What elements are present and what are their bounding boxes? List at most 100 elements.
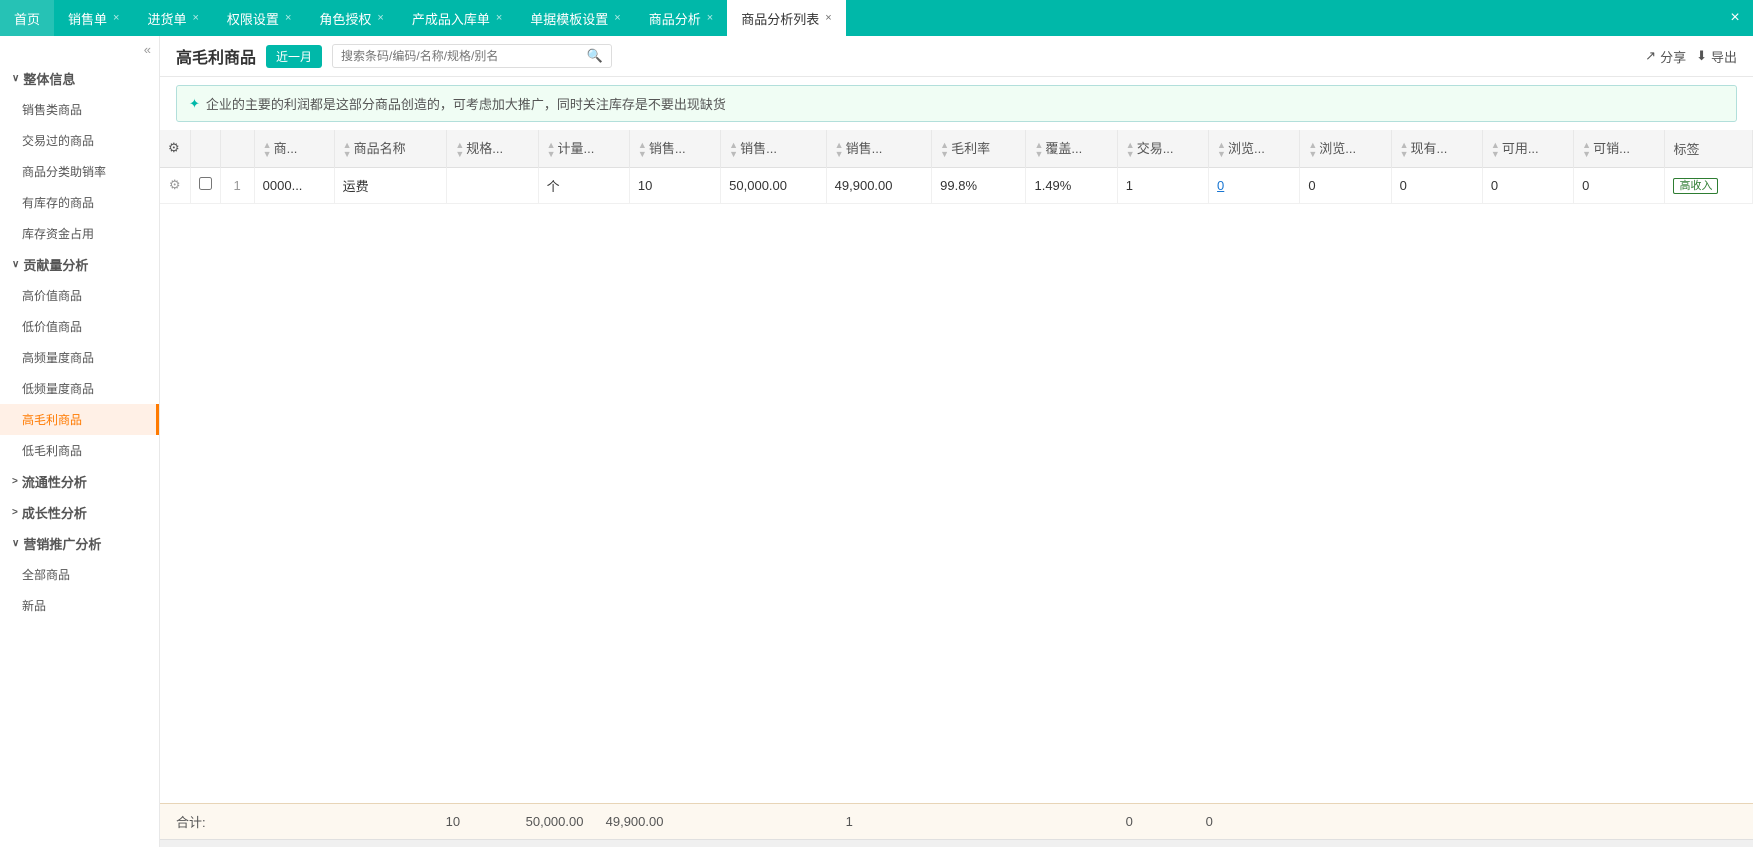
sort-icon-coverage: ▲▼	[1034, 141, 1043, 159]
col-header-sales_cost[interactable]: ▲▼销售...	[826, 130, 931, 167]
col-header-sales_amount[interactable]: ▲▼销售...	[721, 130, 826, 167]
sidebar-group-title-marketing-analysis[interactable]: ∨营销推广分析	[0, 528, 159, 559]
arrow-icon: ∨	[12, 73, 19, 84]
sidebar-item-in-stock-goods[interactable]: 有库存的商品	[0, 187, 159, 218]
sidebar-group-title-overall-info[interactable]: ∨整体信息	[0, 63, 159, 94]
nav-close-template-settings[interactable]: ×	[614, 12, 620, 24]
cell-spec	[447, 167, 538, 203]
col-header-checkbox	[190, 130, 220, 167]
sidebar-item-new-goods[interactable]: 新品	[0, 590, 159, 621]
search-box: 🔍	[332, 44, 612, 68]
sort-icon-spec: ▲▼	[455, 141, 464, 159]
col-header-current_stock[interactable]: ▲▼现有...	[1391, 130, 1482, 167]
nav-close-purchase[interactable]: ×	[192, 12, 198, 24]
nav-item-product-analysis-list[interactable]: 商品分析列表×	[727, 0, 845, 36]
sidebar-item-low-freq-goods[interactable]: 低频量度商品	[0, 373, 159, 404]
browse1-link[interactable]: 0	[1217, 178, 1224, 193]
cell-coverage: 1.49%	[1026, 167, 1117, 203]
sort-icon-sellable: ▲▼	[1582, 141, 1591, 159]
page-title: 高毛利商品	[176, 44, 256, 68]
sort-icon-gross_rate: ▲▼	[940, 141, 949, 159]
nav-close-product-entry[interactable]: ×	[496, 12, 502, 24]
gear-icon[interactable]: ⚙	[160, 167, 190, 203]
col-header-browse1[interactable]: ▲▼浏览...	[1209, 130, 1300, 167]
nav-item-sales[interactable]: 销售单×	[54, 0, 133, 36]
sidebar-item-traded-goods[interactable]: 交易过的商品	[0, 125, 159, 156]
col-header-tag: 标签	[1665, 130, 1753, 167]
footer-sales-amount: 50,000.00	[526, 814, 586, 829]
collapse-icon: «	[144, 42, 151, 57]
sidebar-group-marketing-analysis: ∨营销推广分析全部商品新品	[0, 528, 159, 621]
cell-sellable: 0	[1574, 167, 1665, 203]
export-button[interactable]: ⬇ 导出	[1696, 47, 1737, 66]
nav-close-product-analysis-list[interactable]: ×	[825, 12, 831, 24]
col-header-gear: ⚙	[160, 130, 190, 167]
sidebar-item-goods-classify-help[interactable]: 商品分类助销率	[0, 156, 159, 187]
nav-item-product-entry[interactable]: 产成品入库单×	[398, 0, 516, 36]
sidebar-group-title-flow-analysis[interactable]: >流通性分析	[0, 466, 159, 497]
col-header-rownum	[220, 130, 254, 167]
col-header-unit[interactable]: ▲▼计量...	[538, 130, 629, 167]
cell-name: 运费	[334, 167, 447, 203]
arrow-icon: >	[12, 476, 18, 487]
nav-close-product-analysis[interactable]: ×	[707, 12, 713, 24]
footer-sales-cost: 49,900.00	[606, 814, 666, 829]
col-header-code[interactable]: ▲▼商...	[254, 130, 334, 167]
header-actions: ↗ 分享 ⬇ 导出	[1645, 47, 1737, 66]
col-header-sales_qty[interactable]: ▲▼销售...	[629, 130, 720, 167]
cell-browse1[interactable]: 0	[1209, 167, 1300, 203]
table-container: ⚙▲▼商...▲▼商品名称▲▼规格...▲▼计量...▲▼销售...▲▼销售..…	[160, 130, 1753, 803]
col-header-trade[interactable]: ▲▼交易...	[1117, 130, 1208, 167]
nav-item-purchase[interactable]: 进货单×	[133, 0, 212, 36]
table-body: ⚙10000...运费个1050,000.0049,900.0099.8%1.4…	[160, 167, 1753, 203]
sidebar-item-sales-goods[interactable]: 销售类商品	[0, 94, 159, 125]
cell-trade: 1	[1117, 167, 1208, 203]
search-icon[interactable]: 🔍	[587, 48, 603, 64]
data-table: ⚙▲▼商...▲▼商品名称▲▼规格...▲▼计量...▲▼销售...▲▼销售..…	[160, 130, 1753, 204]
sidebar-group-title-wealth-analysis[interactable]: ∨贡献量分析	[0, 249, 159, 280]
content-area: 高毛利商品 近一月 🔍 ↗ 分享 ⬇ 导出	[160, 36, 1753, 847]
info-banner: ✦ 企业的主要的利润都是这部分商品创造的，可考虑加大推广，同时关注库存是不要出现…	[176, 85, 1737, 122]
cell-unit: 个	[538, 167, 629, 203]
sidebar-group-overall-info: ∨整体信息销售类商品交易过的商品商品分类助销率有库存的商品库存资金占用	[0, 63, 159, 249]
nav-item-product-analysis[interactable]: 商品分析×	[635, 0, 727, 36]
sidebar-item-low-value-goods[interactable]: 低价值商品	[0, 311, 159, 342]
sidebar-item-low-margin-goods[interactable]: 低毛利商品	[0, 435, 159, 466]
nav-item-role-permission[interactable]: 角色授权×	[305, 0, 397, 36]
top-navigation: 首页销售单×进货单×权限设置×角色授权×产成品入库单×单据模板设置×商品分析×商…	[0, 0, 1753, 36]
col-header-spec[interactable]: ▲▼规格...	[447, 130, 538, 167]
sidebar-collapse-button[interactable]: «	[0, 36, 159, 63]
col-header-available[interactable]: ▲▼可用...	[1482, 130, 1573, 167]
col-header-name[interactable]: ▲▼商品名称	[334, 130, 447, 167]
sidebar-item-high-value-goods[interactable]: 高价值商品	[0, 280, 159, 311]
cell-available: 0	[1482, 167, 1573, 203]
col-header-gross_rate[interactable]: ▲▼毛利率	[932, 130, 1026, 167]
table-row: ⚙10000...运费个1050,000.0049,900.0099.8%1.4…	[160, 167, 1753, 203]
sidebar-group-growth-analysis: >成长性分析	[0, 497, 159, 528]
footer-values: 10 50,000.00 49,900.00 1 0 0	[226, 814, 1737, 829]
sidebar-item-high-margin-goods[interactable]: 高毛利商品	[0, 404, 159, 435]
sort-icon-browse2: ▲▼	[1308, 141, 1317, 159]
nav-item-permission-setup[interactable]: 权限设置×	[213, 0, 305, 36]
sidebar-item-all-goods[interactable]: 全部商品	[0, 559, 159, 590]
time-filter-button[interactable]: 近一月	[266, 45, 322, 68]
arrow-icon: ∨	[12, 259, 19, 270]
nav-close-permission-setup[interactable]: ×	[285, 12, 291, 24]
col-header-sellable[interactable]: ▲▼可销...	[1574, 130, 1665, 167]
horizontal-scrollbar[interactable]	[160, 839, 1753, 847]
sidebar-group-title-growth-analysis[interactable]: >成长性分析	[0, 497, 159, 528]
nav-close-role-permission[interactable]: ×	[377, 12, 383, 24]
footer-sellable: 0	[1206, 814, 1266, 829]
sidebar-item-high-freq-goods[interactable]: 高频量度商品	[0, 342, 159, 373]
window-close-button[interactable]: ×	[1717, 0, 1753, 36]
sidebar-item-stock-capital-occupy[interactable]: 库存资金占用	[0, 218, 159, 249]
nav-item-template-settings[interactable]: 单据模板设置×	[516, 0, 634, 36]
share-button[interactable]: ↗ 分享	[1645, 47, 1686, 66]
row-checkbox[interactable]	[190, 167, 220, 203]
nav-close-sales[interactable]: ×	[113, 12, 119, 24]
nav-item-home[interactable]: 首页	[0, 0, 54, 36]
search-input[interactable]	[341, 49, 581, 63]
col-header-coverage[interactable]: ▲▼覆盖...	[1026, 130, 1117, 167]
col-header-browse2[interactable]: ▲▼浏览...	[1300, 130, 1391, 167]
footer-sales-qty: 10	[446, 814, 506, 829]
